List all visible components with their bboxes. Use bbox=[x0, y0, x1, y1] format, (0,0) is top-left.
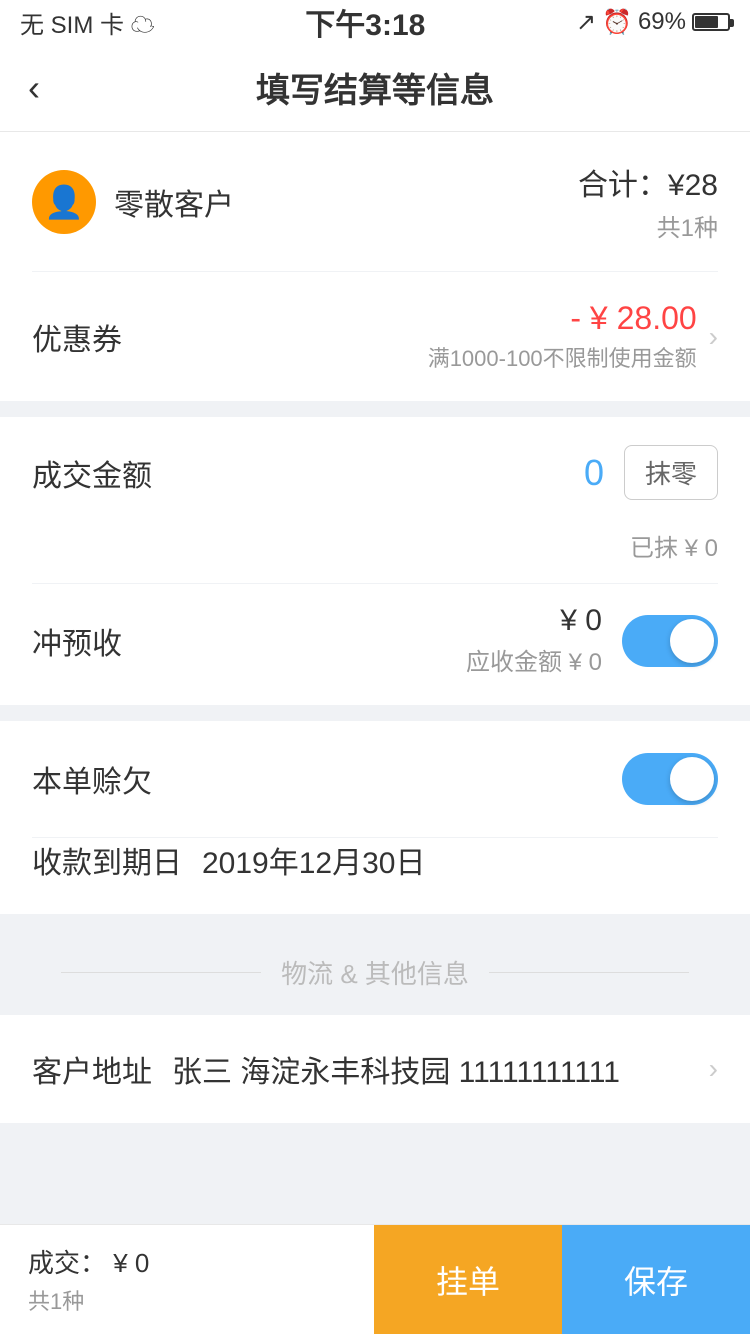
duedate-row[interactable]: 收款到期日 2019年12月30日 bbox=[0, 838, 750, 914]
customer-avatar: 👤 bbox=[32, 170, 96, 234]
duedate-label: 收款到期日 bbox=[32, 838, 182, 882]
address-label: 客户地址 bbox=[32, 1047, 152, 1091]
deal-label: 成交： bbox=[28, 1248, 106, 1278]
coupon-amount: - ¥ 28.00 bbox=[428, 300, 697, 337]
bottom-bar: 成交： ¥ 0 共1种 挂单 保存 bbox=[0, 1224, 750, 1334]
precollect-toggle[interactable] bbox=[622, 615, 718, 667]
bottom-info: 成交： ¥ 0 共1种 bbox=[0, 1243, 374, 1316]
battery-percent: 69% bbox=[638, 8, 686, 36]
person-icon: 👤 bbox=[44, 183, 84, 221]
customer-right: 合计：¥28 共1种 bbox=[578, 160, 718, 243]
transaction-card: 成交金额 0 抹零 已抹 ¥ 0 冲预收 ¥ 0 应收金额 ¥ 0 bbox=[0, 417, 750, 705]
debt-toggle-knob bbox=[670, 757, 714, 801]
transaction-value[interactable]: 0 bbox=[584, 452, 604, 494]
customer-row: 👤 零散客户 合计：¥28 共1种 bbox=[0, 132, 750, 271]
debt-toggle[interactable] bbox=[622, 753, 718, 805]
coupon-row[interactable]: 优惠券 - ¥ 28.00 满1000-100不限制使用金额 › bbox=[0, 272, 750, 401]
status-left: 无 SIM 卡 ☁ bbox=[20, 5, 155, 40]
total-amount: 合计：¥28 bbox=[578, 160, 718, 204]
battery-icon bbox=[692, 13, 730, 31]
coupon-description: 满1000-100不限制使用金额 bbox=[428, 341, 697, 373]
back-button[interactable]: ‹ bbox=[28, 67, 40, 109]
logistics-divider: 物流 & 其他信息 bbox=[0, 954, 750, 991]
precollect-label: 冲预收 bbox=[32, 619, 122, 663]
precollect-sub: 应收金额 ¥ 0 bbox=[466, 642, 602, 677]
coupon-right: - ¥ 28.00 满1000-100不限制使用金额 › bbox=[428, 300, 718, 373]
status-time: 下午3:18 bbox=[305, 0, 425, 44]
signal-text: 无 SIM 卡 ☁ bbox=[20, 5, 155, 40]
location-icon: ↗ bbox=[576, 8, 596, 37]
bottom-deal: 成交： ¥ 0 bbox=[28, 1243, 346, 1280]
debt-card: 本单赊欠 收款到期日 2019年12月30日 bbox=[0, 721, 750, 914]
nav-bar: ‹ 填写结算等信息 bbox=[0, 44, 750, 132]
precollect-info: ¥ 0 应收金额 ¥ 0 bbox=[466, 604, 602, 677]
chevron-right-icon: › bbox=[709, 321, 718, 353]
debt-label: 本单赊欠 bbox=[32, 757, 152, 801]
page-title: 填写结算等信息 bbox=[256, 63, 494, 112]
transaction-row: 成交金额 0 抹零 bbox=[0, 417, 750, 528]
status-right: ↗ ⏰ 69% bbox=[576, 8, 730, 37]
logistics-section: 物流 & 其他信息 bbox=[0, 930, 750, 1015]
toggle-knob bbox=[670, 619, 714, 663]
content: 👤 零散客户 合计：¥28 共1种 优惠券 - ¥ 28.00 满1000-10… bbox=[0, 132, 750, 1243]
precollect-amount: ¥ 0 bbox=[466, 604, 602, 638]
precollect-right: ¥ 0 应收金额 ¥ 0 bbox=[466, 604, 718, 677]
divider-line-left bbox=[61, 972, 261, 973]
customer-card: 👤 零散客户 合计：¥28 共1种 优惠券 - ¥ 28.00 满1000-10… bbox=[0, 132, 750, 401]
logistics-label: 物流 & 其他信息 bbox=[281, 954, 469, 991]
address-card: 客户地址 张三 海淀永丰科技园 11111111111 › bbox=[0, 1015, 750, 1123]
coupon-info: - ¥ 28.00 满1000-100不限制使用金额 bbox=[428, 300, 697, 373]
debt-row: 本单赊欠 bbox=[0, 721, 750, 837]
hang-button[interactable]: 挂单 bbox=[374, 1225, 562, 1334]
customer-left: 👤 零散客户 bbox=[32, 170, 234, 234]
alarm-icon: ⏰ bbox=[602, 8, 632, 37]
divider-line-right bbox=[489, 972, 689, 973]
precollect-row: 冲预收 ¥ 0 应收金额 ¥ 0 bbox=[0, 584, 750, 705]
address-chevron-icon: › bbox=[709, 1053, 718, 1085]
transaction-sub: 已抹 ¥ 0 bbox=[0, 528, 750, 583]
save-button[interactable]: 保存 bbox=[562, 1225, 750, 1334]
address-value: 张三 海淀永丰科技园 11111111111 bbox=[172, 1047, 709, 1091]
coupon-label: 优惠券 bbox=[32, 315, 122, 359]
deal-amount: ¥ 0 bbox=[113, 1248, 149, 1278]
total-count: 共1种 bbox=[578, 208, 718, 243]
bottom-count: 共1种 bbox=[28, 1284, 346, 1316]
duedate-value: 2019年12月30日 bbox=[202, 838, 425, 882]
transaction-right: 0 抹零 bbox=[584, 445, 718, 500]
round-zero-button[interactable]: 抹零 bbox=[624, 445, 718, 500]
transaction-label: 成交金额 bbox=[32, 451, 152, 495]
status-bar: 无 SIM 卡 ☁ 下午3:18 ↗ ⏰ 69% bbox=[0, 0, 750, 44]
customer-name: 零散客户 bbox=[114, 180, 234, 224]
address-row[interactable]: 客户地址 张三 海淀永丰科技园 11111111111 › bbox=[0, 1015, 750, 1123]
